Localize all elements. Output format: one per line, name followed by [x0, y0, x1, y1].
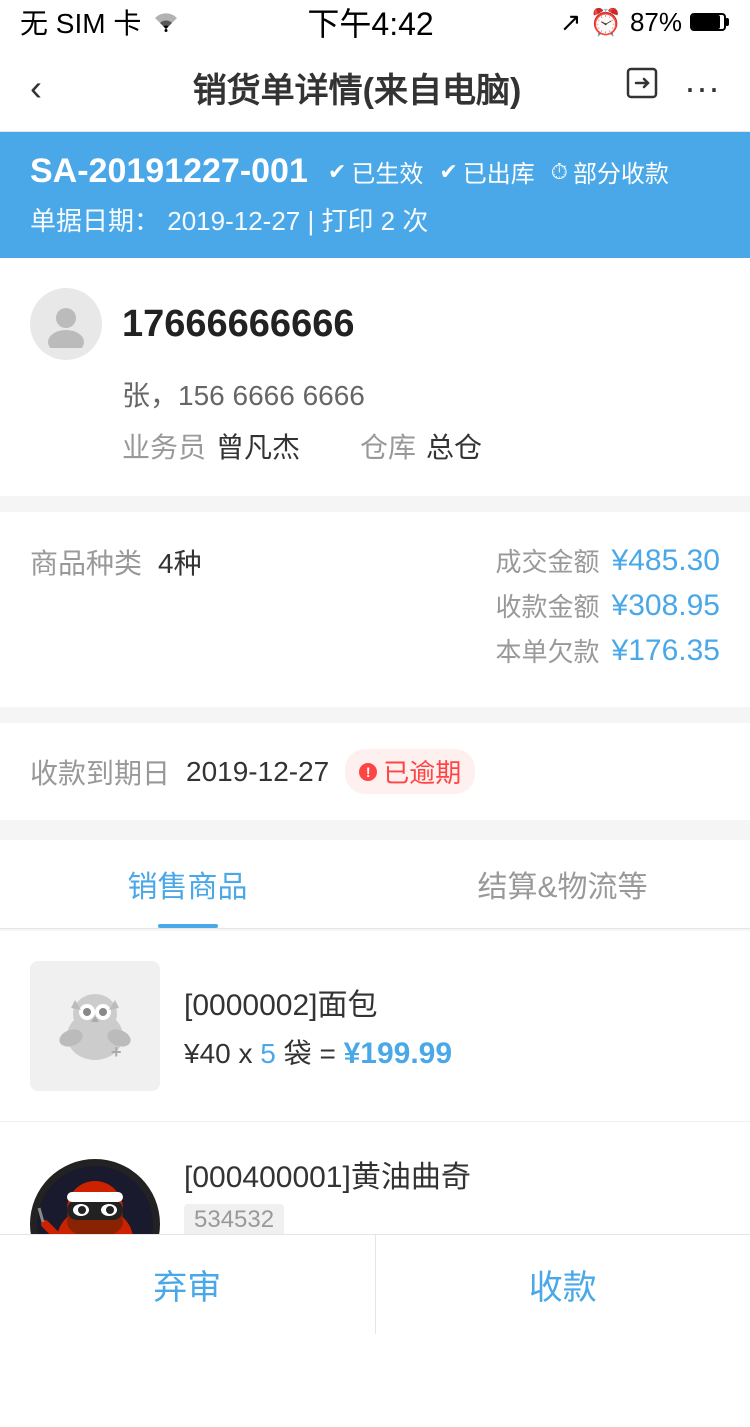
category-count: 4种 — [158, 542, 202, 582]
reject-button[interactable]: 弃审 — [0, 1235, 376, 1334]
location-icon: ↗ — [560, 7, 582, 38]
collected-amount-row: 收款金额 ¥308.95 — [496, 587, 720, 624]
product-name-1: [0000002]面包 — [184, 980, 720, 1024]
order-date-info: 单据日期： 2019-12-27 | 打印 2 次 — [30, 201, 720, 238]
status-badges: ✔ 已生效 ✔ 已出库 ⏱ 部分收款 — [328, 154, 669, 189]
product-qty-1: 5 — [260, 1038, 276, 1069]
status-right: ↗ ⏰ 87% — [560, 7, 730, 38]
nav-bar: ‹ 销货单详情(来自电脑) ··· — [0, 44, 750, 132]
page-title: 销货单详情(来自电脑) — [193, 63, 522, 112]
alarm-icon: ⏰ — [590, 7, 622, 38]
warehouse-info: 仓库 总仓 — [360, 426, 482, 466]
product-thumbnail-1: + — [30, 961, 160, 1091]
customer-section: 17666666666 张，156 6666 6666 业务员 曾凡杰 仓库 总… — [0, 258, 750, 496]
due-date-value: 2019-12-27 — [186, 756, 329, 788]
wifi-icon — [151, 11, 181, 33]
due-date-section: 收款到期日 2019-12-27 ! 已逾期 — [0, 723, 750, 820]
customer-meta: 业务员 曾凡杰 仓库 总仓 — [30, 426, 720, 466]
status-time: 下午4:42 — [307, 0, 433, 45]
svg-text:+: + — [111, 1042, 122, 1062]
warehouse-value: 总仓 — [426, 426, 482, 466]
debt-amount-value: ¥176.35 — [612, 634, 720, 668]
battery-text: 87% — [630, 7, 682, 38]
stats-section: 商品种类 4种 成交金额 ¥485.30 收款金额 ¥308.95 本单欠款 ¥… — [0, 512, 750, 707]
back-button[interactable]: ‹ — [30, 67, 90, 109]
product-sku-2: 534532 — [184, 1204, 284, 1236]
carrier-text: 无 SIM 卡 — [20, 2, 141, 42]
product-name-2: [000400001]黄油曲奇 — [184, 1152, 720, 1196]
deal-amount-value: ¥485.30 — [612, 544, 720, 578]
tab-settlement-logistics[interactable]: 结算&物流等 — [375, 840, 750, 928]
badge-effective: ✔ 已生效 — [328, 154, 423, 189]
list-item: + [0000002]面包 ¥40 x 5 袋 = ¥199.99 — [0, 931, 750, 1122]
collected-amount-value: ¥308.95 — [612, 589, 720, 623]
clock-icon: ⏱ — [551, 159, 568, 185]
nav-actions: ··· — [624, 65, 720, 110]
overdue-text: 已逾期 — [383, 753, 461, 790]
header-banner: SA-20191227-001 ✔ 已生效 ✔ 已出库 ⏱ 部分收款 单据日期：… — [0, 132, 750, 258]
tab-sales-products[interactable]: 销售商品 — [0, 840, 375, 928]
debt-amount-row: 本单欠款 ¥176.35 — [496, 632, 720, 669]
stats-left: 商品种类 4种 — [30, 542, 202, 586]
stats-right: 成交金额 ¥485.30 收款金额 ¥308.95 本单欠款 ¥176.35 — [496, 542, 720, 677]
salesperson-info: 业务员 曾凡杰 — [122, 426, 300, 466]
salesperson-value: 曾凡杰 — [216, 426, 300, 466]
more-button[interactable]: ··· — [684, 67, 720, 109]
product-total-1: ¥199.99 — [344, 1037, 452, 1070]
product-price-1: ¥40 x 5 袋 = ¥199.99 — [184, 1032, 720, 1072]
customer-id: 17666666666 — [122, 303, 354, 346]
check-icon-1: ✔ — [328, 159, 346, 185]
carrier-wifi: 无 SIM 卡 — [20, 2, 181, 42]
tabs-section: 销售商品 结算&物流等 — [0, 840, 750, 929]
product-info-1: [0000002]面包 ¥40 x 5 袋 = ¥199.99 — [184, 980, 720, 1072]
separator — [0, 824, 750, 840]
badge-shipped: ✔ 已出库 — [439, 154, 534, 189]
badge-partial-collected: ⏱ 部分收款 — [551, 154, 669, 189]
overdue-badge: ! 已逾期 — [345, 749, 475, 794]
customer-name: 张，156 6666 6666 — [30, 374, 720, 414]
overdue-icon: ! — [359, 763, 377, 781]
category-row: 商品种类 4种 — [30, 542, 202, 582]
share-button[interactable] — [624, 65, 660, 110]
tabs: 销售商品 结算&物流等 — [0, 840, 750, 928]
collect-button[interactable]: 收款 — [376, 1235, 750, 1334]
order-id: SA-20191227-001 — [30, 152, 308, 191]
battery-icon — [690, 12, 730, 32]
bottom-action-bar: 弃审 收款 — [0, 1234, 750, 1334]
status-bar: 无 SIM 卡 下午4:42 ↗ ⏰ 87% — [0, 0, 750, 44]
products-section: + [0000002]面包 ¥40 x 5 袋 = ¥199.99 — [0, 931, 750, 1427]
deal-amount-row: 成交金额 ¥485.30 — [496, 542, 720, 579]
avatar — [30, 288, 102, 360]
check-icon-2: ✔ — [439, 159, 457, 185]
